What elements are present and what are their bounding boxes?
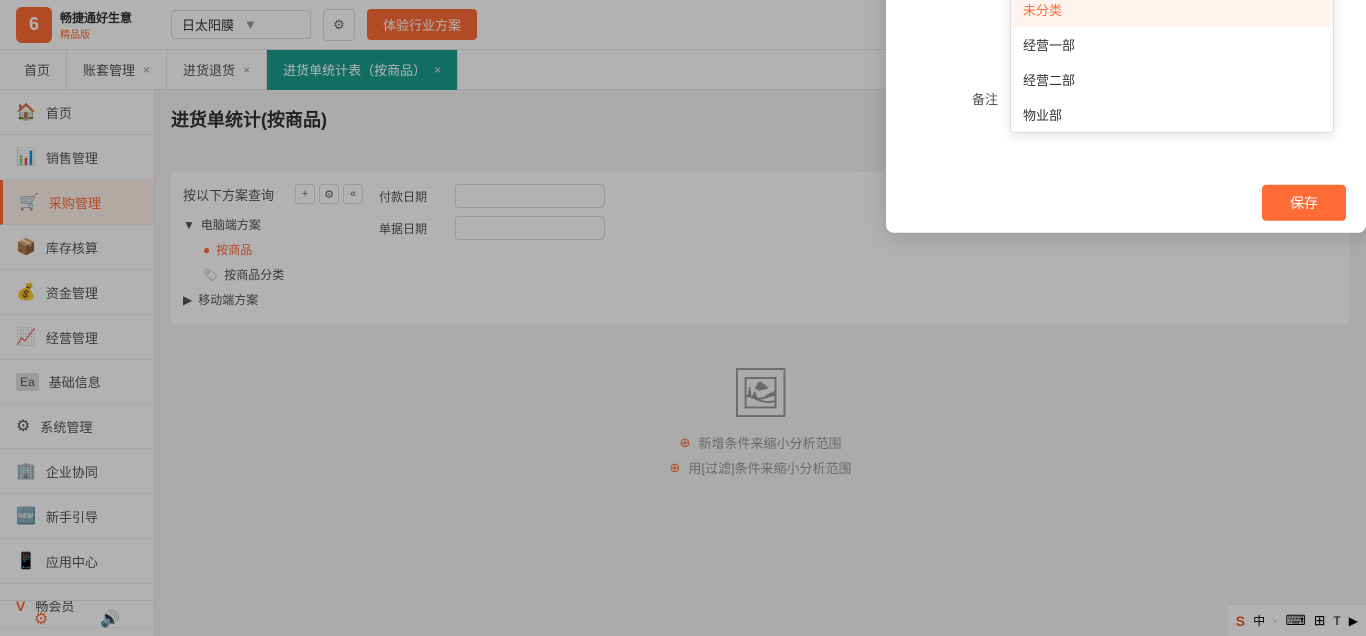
dropdown-item-unclassified[interactable]: 未分类 — [1011, 0, 1333, 26]
dialog-footer: 保存 — [886, 172, 1366, 232]
note-label: 备注 — [918, 89, 998, 108]
category-dropdown-list: 未分类 经营一部 经营二部 物业部 — [1010, 0, 1334, 132]
save-button[interactable]: 保存 — [1262, 184, 1346, 220]
dropdown-item-ops1[interactable]: 经营一部 — [1011, 26, 1333, 61]
dropdown-item-ops2[interactable]: 经营二部 — [1011, 61, 1333, 96]
new-warehouse-dialog: 新增仓库 × * 仓库编码 * 仓库名称 请输入仓库名称 — [886, 0, 1366, 232]
dialog-body: * 仓库编码 * 仓库名称 请输入仓库名称 * — [886, 0, 1366, 172]
dropdown-item-property[interactable]: 物业部 — [1011, 96, 1333, 131]
